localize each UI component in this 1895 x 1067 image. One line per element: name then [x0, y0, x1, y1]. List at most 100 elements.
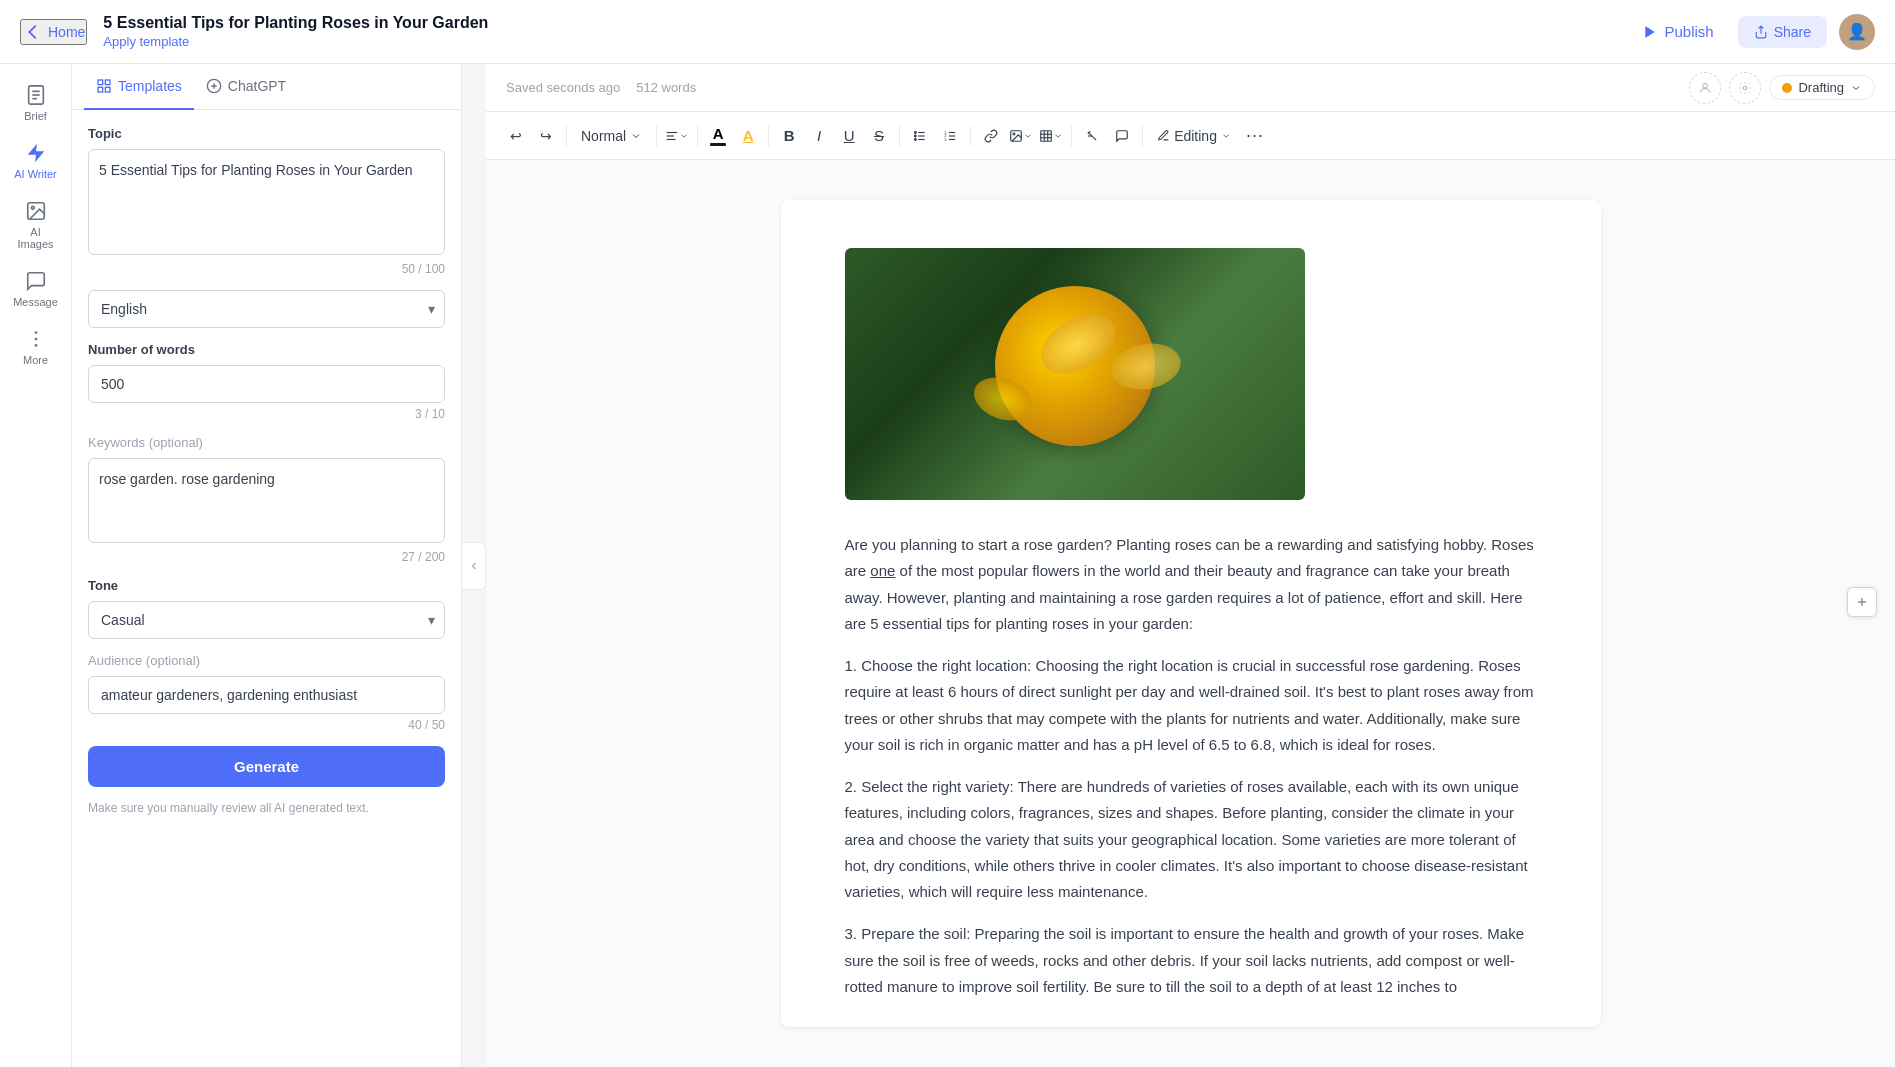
editor-content-area: Are you planning to start a rose garden?… [486, 160, 1895, 1067]
style-select[interactable]: Normal [573, 124, 650, 148]
editor-topbar: Saved seconds ago 512 words Drafting [486, 64, 1895, 112]
svg-rect-12 [105, 80, 110, 85]
image-icon [25, 200, 47, 222]
icon-sidebar: Brief AI Writer AI Images Message More [0, 64, 72, 1067]
word-count: 512 words [636, 80, 696, 95]
numbered-list-icon: 123 [943, 129, 957, 143]
add-content-button[interactable] [1847, 587, 1877, 617]
format-clear-icon [1085, 129, 1099, 143]
words-input[interactable] [88, 365, 445, 403]
top-bar: Home 5 Essential Tips for Planting Roses… [0, 0, 1895, 64]
image-insert-button[interactable] [1007, 122, 1035, 150]
style-select-label: Normal [581, 128, 626, 144]
format-clear-button[interactable] [1078, 122, 1106, 150]
main-layout: Brief AI Writer AI Images Message More T… [0, 64, 1895, 1067]
keywords-textarea[interactable]: rose garden. rose gardening [88, 458, 445, 543]
svg-point-8 [34, 331, 37, 334]
avatar[interactable]: 👤 [1839, 14, 1875, 50]
comment-icon [1115, 129, 1129, 143]
words-input-wrap [88, 365, 445, 403]
italic-button[interactable]: I [805, 122, 833, 150]
editor-toolbar: ↩ ↪ Normal A A B I U S [486, 112, 1895, 160]
highlight-button[interactable]: A [734, 122, 762, 150]
chevron-left-icon [22, 21, 44, 43]
topic-char-count: 50 / 100 [88, 262, 445, 276]
redo-button[interactable]: ↪ [532, 122, 560, 150]
table-button[interactable] [1037, 122, 1065, 150]
panel-content: Topic 5 Essential Tips for Planting Rose… [72, 110, 461, 1067]
editor-actions: Drafting [1689, 72, 1875, 104]
tab-chatgpt[interactable]: ChatGPT [194, 64, 298, 110]
svg-rect-14 [105, 87, 110, 92]
keywords-label: Keywords (optional) [88, 435, 445, 450]
plus-icon [1855, 595, 1869, 609]
chatgpt-icon [206, 78, 222, 94]
sidebar-item-ai-images[interactable]: AI Images [6, 192, 66, 258]
chevron-left-icon-small [468, 560, 480, 572]
apply-template-link[interactable]: Apply template [103, 34, 488, 49]
comment-button[interactable] [1108, 122, 1136, 150]
settings-button[interactable] [1729, 72, 1761, 104]
svg-point-24 [915, 131, 917, 133]
link-button[interactable] [977, 122, 1005, 150]
svg-text:3: 3 [944, 136, 947, 141]
editor-area: Saved seconds ago 512 words Drafting ↩ [486, 64, 1895, 1067]
chat-icon [25, 270, 47, 292]
publish-icon [1642, 24, 1658, 40]
sidebar-item-message[interactable]: Message [6, 262, 66, 316]
image-chevron-icon [1023, 131, 1033, 141]
more-icon [25, 328, 47, 350]
lightning-icon [25, 142, 47, 164]
svg-point-34 [1013, 133, 1015, 135]
svg-rect-13 [98, 87, 103, 92]
tone-select[interactable]: Casual Formal Friendly Professional [88, 601, 445, 639]
toolbar-divider-7 [1071, 126, 1072, 146]
drafting-badge[interactable]: Drafting [1769, 75, 1875, 100]
svg-point-10 [34, 344, 37, 347]
underline-button[interactable]: U [835, 122, 863, 150]
toolbar-divider-5 [899, 126, 900, 146]
home-link[interactable]: Home [20, 19, 87, 45]
audience-input[interactable] [88, 676, 445, 714]
editing-mode-select[interactable]: Editing [1149, 124, 1239, 148]
tab-templates[interactable]: Templates [84, 64, 194, 110]
language-select[interactable]: English Spanish French German [88, 290, 445, 328]
align-button[interactable] [663, 122, 691, 150]
top-bar-actions: Publish Share 👤 [1630, 14, 1875, 50]
text-color-button[interactable]: A [704, 121, 732, 150]
topic-field-wrap: 5 Essential Tips for Planting Roses in Y… [88, 149, 445, 258]
topic-textarea[interactable]: 5 Essential Tips for Planting Roses in Y… [88, 149, 445, 255]
text-color-A: A [713, 125, 724, 142]
pencil-icon [1157, 129, 1170, 142]
document-image [845, 248, 1305, 500]
sidebar-item-brief[interactable]: Brief [6, 76, 66, 130]
panel-collapse-button[interactable] [462, 542, 486, 590]
publish-button[interactable]: Publish [1630, 15, 1725, 48]
align-icon [665, 129, 679, 143]
bullet-list-icon [913, 129, 927, 143]
undo-button[interactable]: ↩ [502, 122, 530, 150]
numbered-list-button[interactable]: 123 [936, 122, 964, 150]
strikethrough-button[interactable]: S [865, 122, 893, 150]
doc-icon [25, 84, 47, 106]
tab-templates-label: Templates [118, 78, 182, 94]
panel-tabs: Templates ChatGPT [72, 64, 461, 110]
topic-label: Topic [88, 126, 445, 141]
collaborators-button[interactable] [1689, 72, 1721, 104]
bullet-list-button[interactable] [906, 122, 934, 150]
editor-document[interactable]: Are you planning to start a rose garden?… [781, 200, 1601, 1027]
more-options-button[interactable]: ··· [1241, 122, 1269, 150]
language-select-wrap: English Spanish French German ▾ [88, 290, 445, 328]
home-area: Home 5 Essential Tips for Planting Roses… [20, 14, 488, 49]
sidebar-item-ai-writer-label: AI Writer [14, 168, 57, 180]
share-button[interactable]: Share [1738, 16, 1827, 48]
drafting-chevron-icon [1850, 82, 1862, 94]
bold-button[interactable]: B [775, 122, 803, 150]
svg-point-7 [31, 206, 34, 209]
generate-button[interactable]: Generate [88, 746, 445, 787]
table-icon [1039, 129, 1053, 143]
sidebar-item-more-label: More [23, 354, 48, 366]
sidebar-item-ai-writer[interactable]: AI Writer [6, 134, 66, 188]
color-bar [710, 143, 726, 146]
sidebar-item-more[interactable]: More [6, 320, 66, 374]
